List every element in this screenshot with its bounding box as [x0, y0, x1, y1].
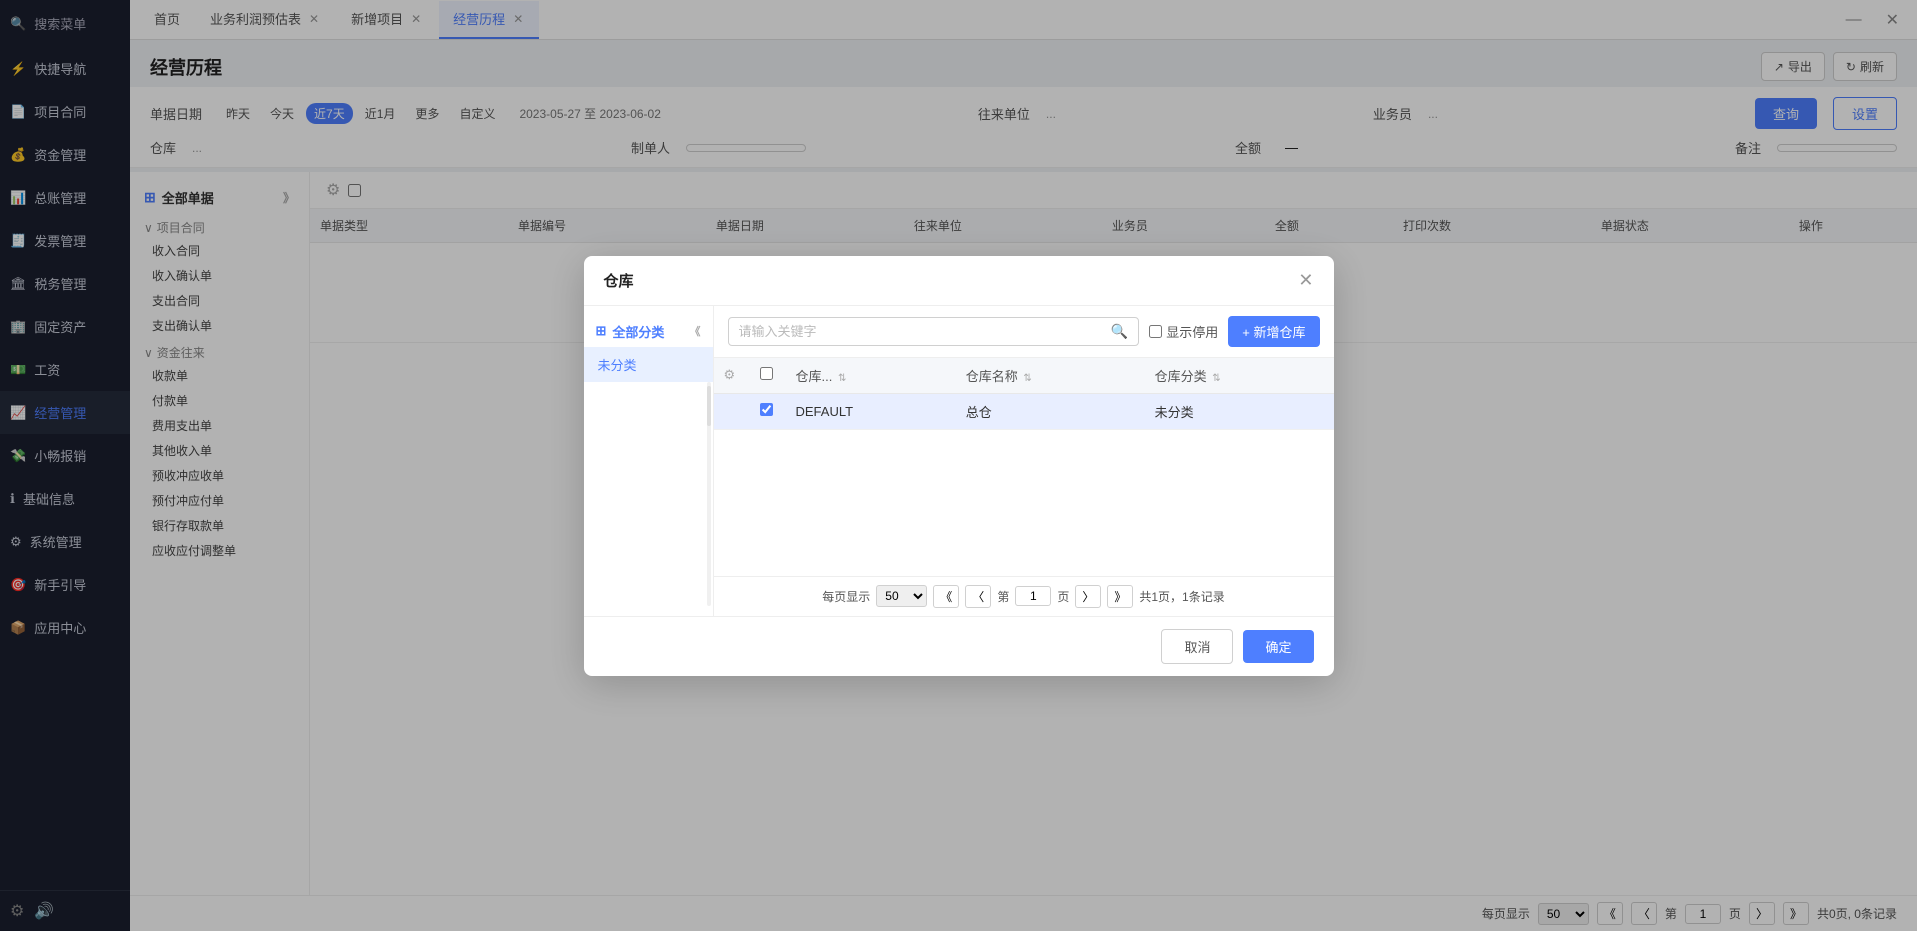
show-disabled-label[interactable]: 显示停用 [1149, 322, 1218, 341]
row-cell-category: 未分类 [1145, 393, 1334, 429]
modal-overlay: 仓库 ✕ ⊞ 全部分类 《 未分类 [0, 0, 1917, 931]
modal-col-name[interactable]: 仓库名称 ⇅ [956, 358, 1145, 394]
modal-per-page-label: 每页显示 [822, 588, 870, 605]
modal-search-box[interactable]: 🔍 [728, 317, 1140, 346]
show-disabled-checkbox[interactable] [1149, 325, 1162, 338]
modal-body: ⊞ 全部分类 《 未分类 [584, 306, 1334, 616]
modal-title: 仓库 [604, 270, 634, 291]
modal-sidebar-all-label: 全部分类 [612, 322, 664, 341]
modal-search-icon[interactable]: 🔍 [1111, 323, 1128, 340]
grid-icon-modal: ⊞ [596, 323, 607, 339]
modal-first-page[interactable]: 《 [933, 585, 959, 608]
modal-header: 仓库 ✕ [584, 256, 1334, 306]
row-cell-settings [714, 393, 750, 429]
modal-col-category[interactable]: 仓库分类 ⇅ [1145, 358, 1334, 394]
confirm-button[interactable]: 确定 [1243, 630, 1313, 663]
modal-col-code[interactable]: 仓库... ⇅ [786, 358, 956, 394]
cancel-button[interactable]: 取消 [1161, 629, 1233, 664]
modal-table-area: ⚙ 仓库... ⇅ 仓库名称 [714, 358, 1334, 576]
modal-search-input[interactable] [739, 324, 1111, 339]
modal-col-check [750, 358, 786, 394]
modal-pagination: 每页显示 50 100 《 〈 第 页 〉 》 共1页，1条记录 [714, 576, 1334, 616]
modal-select-all[interactable] [760, 367, 773, 380]
modal-per-page-select[interactable]: 50 100 [876, 585, 927, 607]
modal-prev-page[interactable]: 〈 [965, 585, 991, 608]
modal-content: 🔍 显示停用 + 新增仓库 ⚙ [714, 306, 1334, 616]
modal-sidebar-all[interactable]: ⊞ 全部分类 《 [584, 316, 713, 347]
sort-icon-category: ⇅ [1212, 373, 1220, 384]
modal-page-unit: 页 [1057, 588, 1069, 605]
table-row[interactable]: DEFAULT 总仓 未分类 [714, 393, 1334, 429]
add-warehouse-button[interactable]: + 新增仓库 [1228, 316, 1319, 347]
sort-icon-code: ⇅ [838, 373, 846, 384]
modal-sidebar-uncategorized[interactable]: 未分类 [584, 347, 713, 382]
modal-footer-actions: 取消 确定 [584, 616, 1334, 676]
warehouse-modal: 仓库 ✕ ⊞ 全部分类 《 未分类 [584, 256, 1334, 676]
row-cell-check [750, 393, 786, 429]
modal-table: ⚙ 仓库... ⇅ 仓库名称 [714, 358, 1334, 430]
settings-icon-th[interactable]: ⚙ [724, 367, 736, 382]
modal-close-button[interactable]: ✕ [1298, 270, 1313, 291]
sort-icon-name: ⇅ [1023, 373, 1031, 384]
modal-toolbar: 🔍 显示停用 + 新增仓库 [714, 306, 1334, 358]
row-cell-code: DEFAULT [786, 393, 956, 429]
modal-page-label: 第 [997, 588, 1009, 605]
modal-last-page[interactable]: 》 [1107, 585, 1133, 608]
row-checkbox[interactable] [760, 403, 773, 416]
row-cell-name: 总仓 [956, 393, 1145, 429]
modal-total-text: 共1页，1条记录 [1139, 588, 1224, 605]
modal-page-input[interactable] [1015, 586, 1051, 606]
modal-col-settings: ⚙ [714, 358, 750, 394]
modal-sidebar: ⊞ 全部分类 《 未分类 [584, 306, 714, 616]
collapse-icon-modal[interactable]: 《 [690, 323, 701, 339]
modal-next-page[interactable]: 〉 [1075, 585, 1101, 608]
